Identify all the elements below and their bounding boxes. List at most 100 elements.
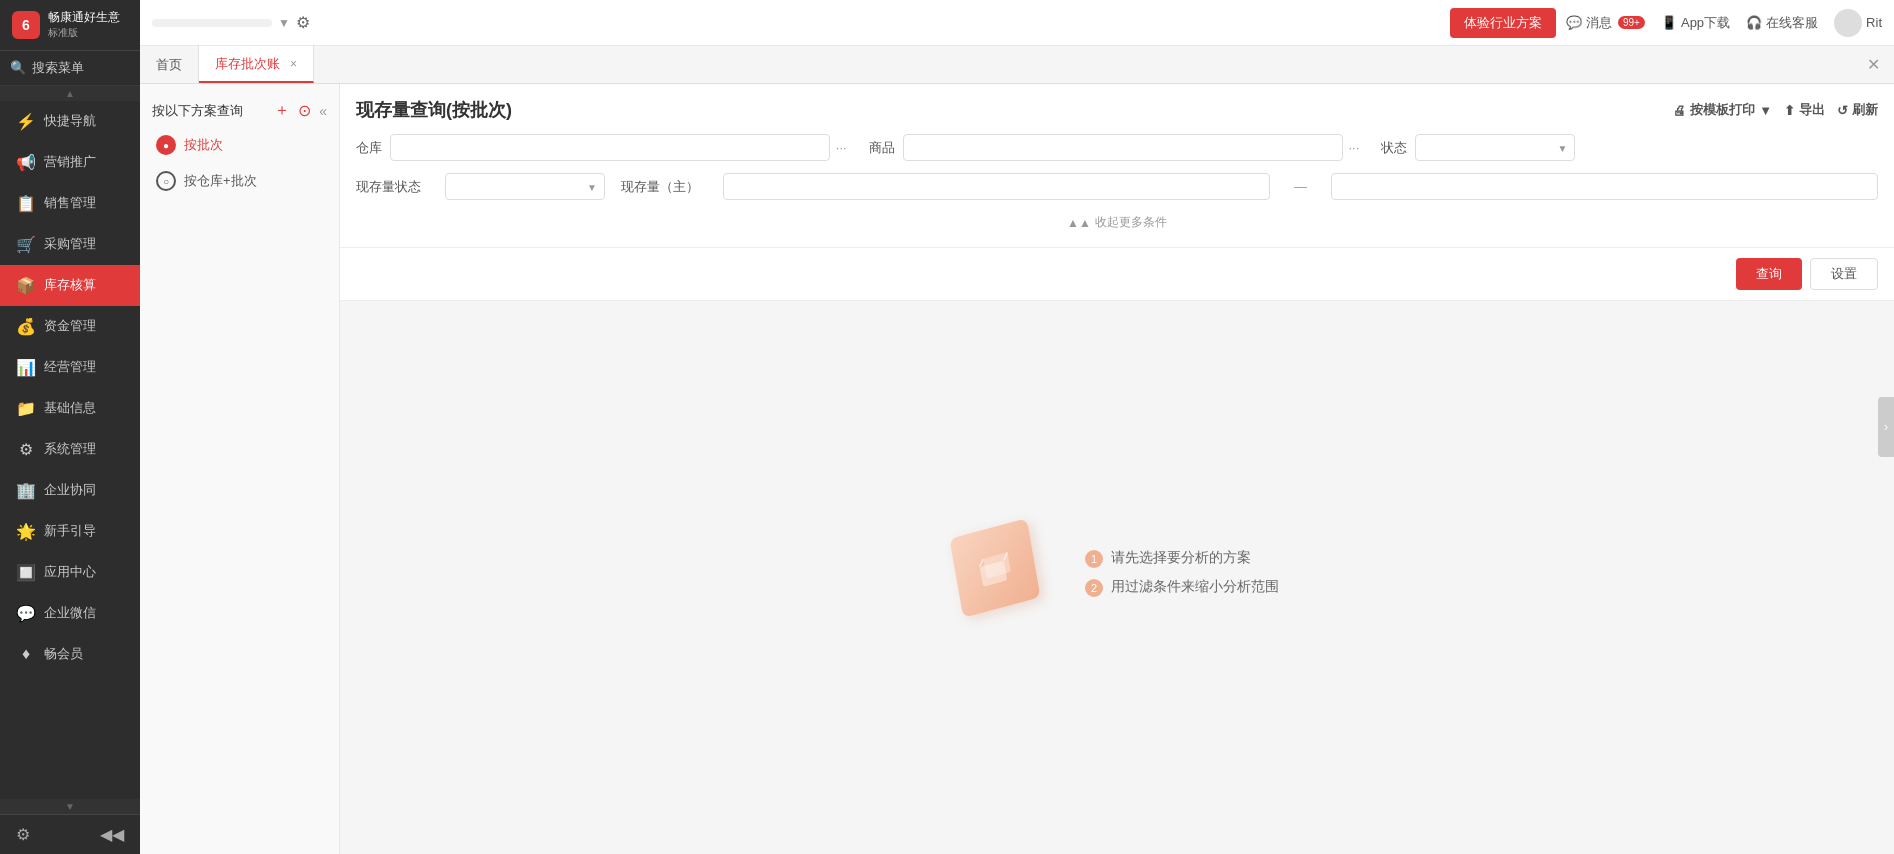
inventory-qty-label: 现存量（主） — [621, 178, 699, 196]
sidebar-item-system[interactable]: ⚙系统管理 — [0, 429, 140, 470]
warehouse-label: 仓库 — [356, 139, 382, 157]
warehouse-more-icon[interactable]: ··· — [830, 140, 853, 155]
messages-button[interactable]: 💬 消息 99+ — [1566, 14, 1645, 32]
app-edition: 标准版 — [48, 26, 120, 40]
sidebar-item-shortcuts[interactable]: ⚡ 快捷导航 — [0, 101, 140, 142]
online-service-button[interactable]: 🎧 在线客服 — [1746, 14, 1818, 32]
main-content: ▼ ⚙ 体验行业方案 💬 消息 99+ 📱 App下载 🎧 在线客服 Rit — [140, 0, 1894, 854]
inventory-status-select-wrap — [445, 173, 605, 200]
empty-state: 1 请先选择要分析的方案 2 用过滤条件来缩小分析范围 — [340, 301, 1894, 854]
sidebar-item-label: 资金管理 — [44, 317, 96, 335]
right-panel-handle[interactable]: › — [1878, 397, 1894, 457]
appcenter-icon: 🔲 — [16, 563, 36, 582]
sidebar-footer: ⚙ ◀◀ — [0, 814, 140, 854]
sidebar-item-purchase[interactable]: 🛒采购管理 — [0, 224, 140, 265]
topbar-dropdown-icon[interactable]: ▼ — [278, 16, 290, 30]
sidebar-item-label: 企业微信 — [44, 604, 96, 622]
print-icon: 🖨 — [1673, 103, 1686, 118]
user-avatar-button[interactable]: Rit — [1834, 9, 1882, 37]
status-select[interactable] — [1415, 134, 1575, 161]
empty-text: 1 请先选择要分析的方案 2 用过滤条件来缩小分析范围 — [1085, 549, 1279, 607]
status-label: 状态 — [1381, 139, 1407, 157]
collapse-icon: ▲▲ — [1067, 216, 1091, 230]
topbar-search-box[interactable] — [152, 19, 272, 27]
sidebar-item-label: 销售管理 — [44, 194, 96, 212]
product-input[interactable] — [903, 134, 1343, 161]
operation-icon: 📊 — [16, 358, 36, 377]
trial-button[interactable]: 体验行业方案 — [1450, 8, 1556, 38]
scheme-item-batch[interactable]: ● 按批次 — [140, 127, 339, 163]
collapse-scheme-icon[interactable]: « — [319, 103, 327, 119]
user-avatar — [1834, 9, 1862, 37]
scheme-warehouse-icon: ○ — [156, 171, 176, 191]
product-more-icon[interactable]: ··· — [1343, 140, 1366, 155]
sidebar-item-sales[interactable]: 📋 销售管理 — [0, 183, 140, 224]
sidebar-item-appcenter[interactable]: 🔲应用中心 — [0, 552, 140, 593]
tab-inventory-batch[interactable]: 库存批次账 × — [199, 46, 314, 83]
tab-panel-close-button[interactable]: ✕ — [1853, 55, 1894, 74]
scheme-title-label: 按以下方案查询 — [152, 102, 243, 120]
scheme-item-warehouse-batch[interactable]: ○ 按仓库+批次 — [140, 163, 339, 199]
empty-step-1: 1 请先选择要分析的方案 — [1085, 549, 1279, 568]
sidebar-item-newguide[interactable]: 🌟新手引导 — [0, 511, 140, 552]
enterprise-icon: 🏢 — [16, 481, 36, 500]
headset-icon: 🎧 — [1746, 15, 1762, 30]
sidebar-item-label: 企业协同 — [44, 481, 96, 499]
sidebar-item-corpwx[interactable]: 💬 企业微信 — [0, 593, 140, 634]
sidebar-item-basic[interactable]: 📁基础信息 — [0, 388, 140, 429]
sidebar-item-finance[interactable]: 💰资金管理 — [0, 306, 140, 347]
tab-close-icon[interactable]: × — [290, 57, 297, 71]
user-name: Rit — [1866, 15, 1882, 30]
collapse-label: 收起更多条件 — [1095, 214, 1167, 231]
sidebar-item-enterprise[interactable]: 🏢 企业协同 — [0, 470, 140, 511]
action-bar: 查询 设置 — [340, 248, 1894, 301]
print-dropdown-icon[interactable]: ▼ — [1759, 103, 1772, 118]
sales-icon: 📋 — [16, 194, 36, 213]
tabbar: 首页 库存批次账 × ✕ — [140, 46, 1894, 84]
topbar-gear-icon[interactable]: ⚙ — [296, 13, 310, 32]
collapse-sidebar-icon[interactable]: ◀◀ — [100, 825, 124, 844]
export-icon: ⬆ — [1784, 103, 1795, 118]
query-button[interactable]: 查询 — [1736, 258, 1802, 290]
settings-footer-icon[interactable]: ⚙ — [16, 825, 30, 844]
export-action[interactable]: ⬆ 导出 — [1784, 101, 1825, 119]
sidebar-nav: ⚡ 快捷导航 📢营销推广 📋 销售管理 🛒采购管理 📦 库存核算 💰资金管理📊经营管理📁基础信息… — [0, 101, 140, 799]
app-download-button[interactable]: 📱 App下载 — [1661, 14, 1730, 32]
tab-home[interactable]: 首页 — [140, 46, 199, 83]
shortcuts-icon: ⚡ — [16, 112, 36, 131]
app-title: 畅康通好生意 — [48, 10, 120, 26]
refresh-action[interactable]: ↺ 刷新 — [1837, 101, 1878, 119]
scroll-down-arrow[interactable]: ▼ — [0, 799, 140, 814]
topbar: ▼ ⚙ 体验行业方案 💬 消息 99+ 📱 App下载 🎧 在线客服 Rit — [140, 0, 1894, 46]
step-1-num: 1 — [1085, 550, 1103, 568]
inventory-status-select[interactable] — [445, 173, 605, 200]
settings-button[interactable]: 设置 — [1810, 258, 1878, 290]
inventory-qty-to-input[interactable] — [1331, 173, 1878, 200]
sidebar-item-label: 快捷导航 — [44, 112, 96, 130]
sidebar-item-marketing[interactable]: 📢营销推广 — [0, 142, 140, 183]
refresh-icon: ↺ — [1837, 103, 1848, 118]
settings-scheme-icon[interactable]: ⊙ — [298, 101, 311, 120]
messages-label: 消息 — [1586, 14, 1612, 32]
page-title-bar: 现存量查询(按批次) 🖨 按模板打印 ▼ ⬆ 导出 ↺ — [356, 98, 1878, 122]
warehouse-input[interactable] — [390, 134, 830, 161]
sidebar-item-member[interactable]: ♦畅会员 — [0, 634, 140, 674]
sidebar-item-label: 库存核算 — [44, 276, 96, 294]
page-content: 按以下方案查询 ＋ ⊙ « ● 按批次 ○ 按仓库+批次 现存量查询(按 — [140, 84, 1894, 854]
collapse-more-btn[interactable]: ▲▲ 收起更多条件 — [356, 208, 1878, 237]
sidebar-item-operation[interactable]: 📊经营管理 — [0, 347, 140, 388]
newguide-icon: 🌟 — [16, 522, 36, 541]
sidebar-item-label: 畅会员 — [44, 645, 83, 663]
inventory-icon: 📦 — [16, 276, 36, 295]
sidebar-item-inventory[interactable]: 📦 库存核算 — [0, 265, 140, 306]
corpwx-icon: 💬 — [16, 604, 36, 623]
add-scheme-icon[interactable]: ＋ — [274, 100, 290, 121]
inventory-qty-from-input[interactable] — [723, 173, 1270, 200]
product-label: 商品 — [869, 139, 895, 157]
empty-cube-icon — [949, 518, 1040, 618]
search-menu[interactable]: 🔍 搜索菜单 — [0, 51, 140, 86]
print-label: 按模板打印 — [1690, 101, 1755, 119]
print-action[interactable]: 🖨 按模板打印 ▼ — [1673, 101, 1772, 119]
tab-inventory-batch-label: 库存批次账 — [215, 55, 280, 73]
scroll-up-arrow[interactable]: ▲ — [0, 86, 140, 101]
